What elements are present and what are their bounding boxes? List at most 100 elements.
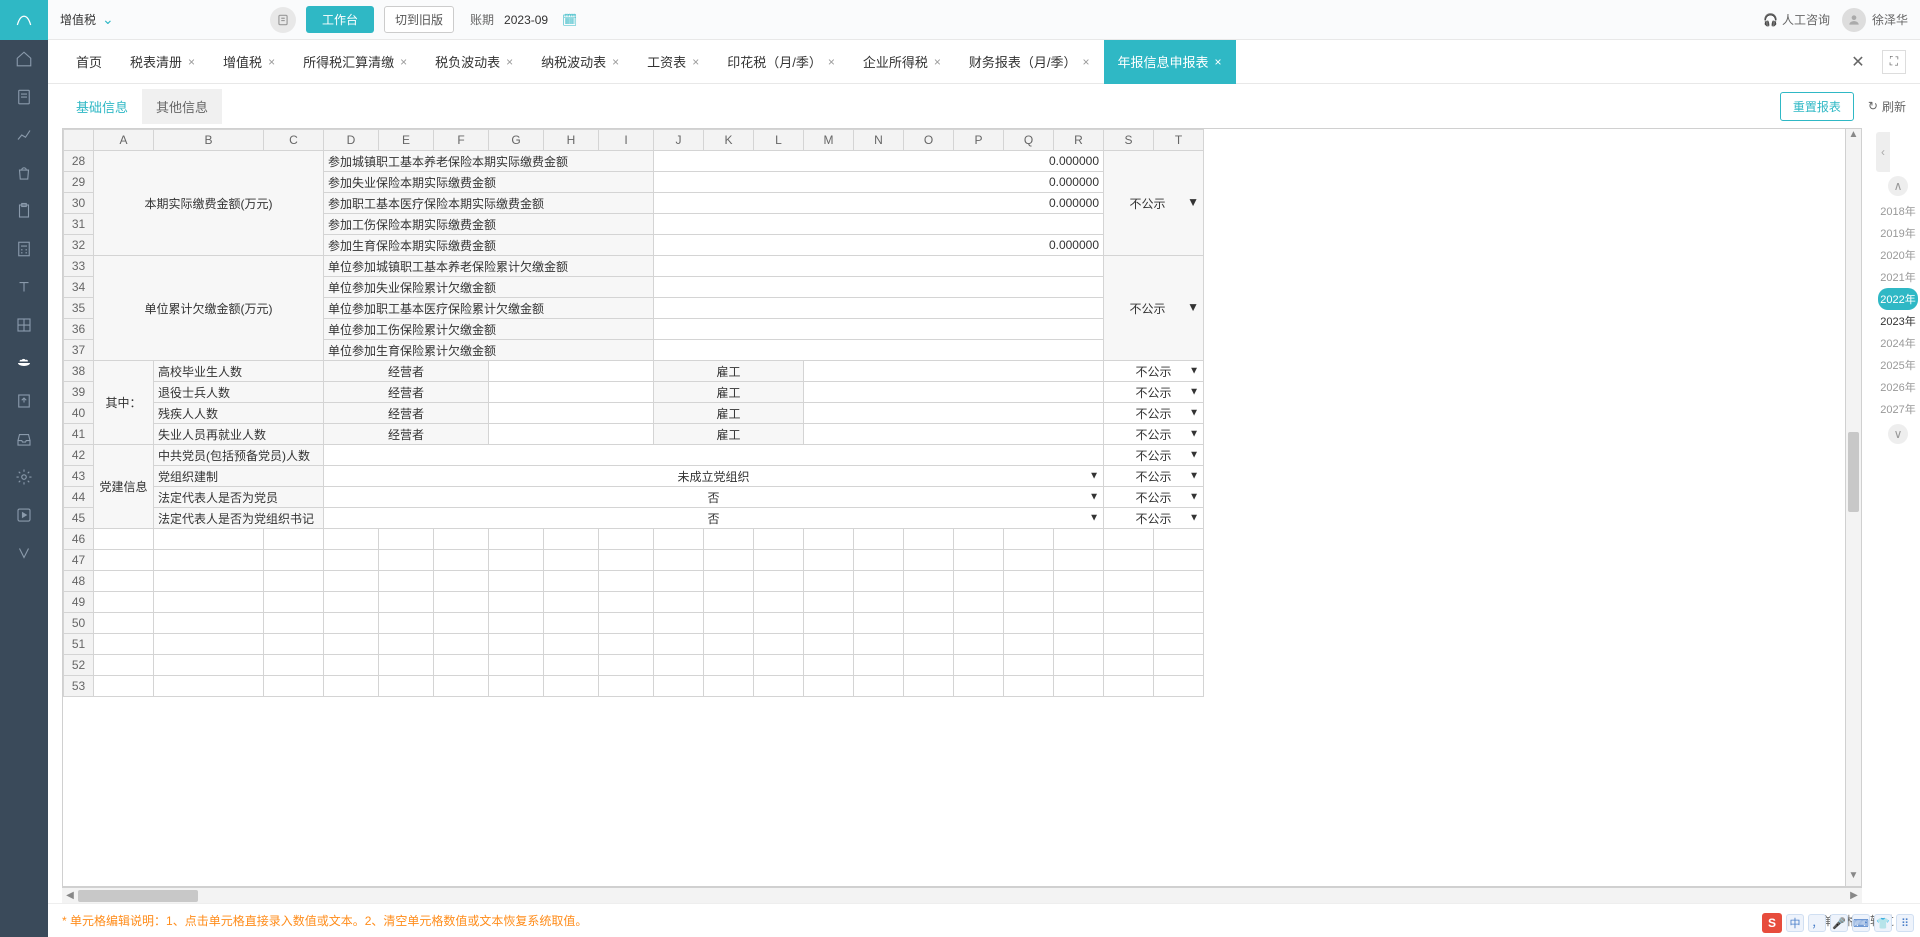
note-icon-button[interactable] <box>270 7 296 33</box>
cell[interactable] <box>379 676 434 697</box>
tab-6[interactable]: 工资表× <box>633 40 713 84</box>
cell[interactable] <box>94 571 154 592</box>
cell[interactable] <box>434 655 489 676</box>
cell[interactable] <box>489 655 544 676</box>
horizontal-scrollbar[interactable]: ◀ ▶ <box>62 887 1862 903</box>
cell[interactable] <box>379 592 434 613</box>
cell[interactable] <box>704 529 754 550</box>
cell[interactable] <box>904 676 954 697</box>
value-cell[interactable]: 0.000000 <box>654 151 1104 172</box>
cell[interactable] <box>489 676 544 697</box>
value-cell[interactable]: 0.000000 <box>654 172 1104 193</box>
nav-export-icon[interactable] <box>0 382 48 420</box>
cell[interactable] <box>804 592 854 613</box>
subtab-basic-info[interactable]: 基础信息 <box>62 89 142 124</box>
cell[interactable] <box>324 634 379 655</box>
cell[interactable] <box>954 550 1004 571</box>
value-cell[interactable] <box>804 403 1104 424</box>
cell[interactable] <box>954 655 1004 676</box>
ime-main-icon[interactable]: S <box>1762 913 1782 933</box>
cell[interactable] <box>154 634 264 655</box>
dropdown-cell[interactable]: 不公示▼ <box>1104 487 1204 508</box>
cell[interactable] <box>544 529 599 550</box>
cell[interactable] <box>434 571 489 592</box>
cell[interactable] <box>379 571 434 592</box>
cell[interactable] <box>94 676 154 697</box>
cell[interactable] <box>154 550 264 571</box>
cell[interactable] <box>264 550 324 571</box>
cell[interactable] <box>434 613 489 634</box>
value-cell[interactable] <box>489 424 654 445</box>
cell[interactable] <box>1054 529 1104 550</box>
dropdown-cell[interactable]: 不公示▼ <box>1104 361 1204 382</box>
cell[interactable] <box>654 634 704 655</box>
cell[interactable] <box>94 592 154 613</box>
close-all-tabs-button[interactable]: ✕ <box>1846 50 1870 74</box>
cell[interactable] <box>804 676 854 697</box>
cell[interactable] <box>1004 529 1054 550</box>
nav-v-icon[interactable] <box>0 534 48 572</box>
cell[interactable] <box>264 655 324 676</box>
cell[interactable] <box>904 592 954 613</box>
cell[interactable] <box>434 592 489 613</box>
col-header-E[interactable]: E <box>379 130 434 151</box>
cell[interactable] <box>324 613 379 634</box>
scroll-right-icon[interactable]: ▶ <box>1846 890 1862 901</box>
close-icon[interactable]: × <box>188 55 195 69</box>
cell[interactable] <box>1154 655 1204 676</box>
nav-bag-icon[interactable] <box>0 154 48 192</box>
cell[interactable] <box>599 550 654 571</box>
ime-button[interactable]: ， <box>1808 914 1826 932</box>
rail-collapse-handle[interactable]: ‹ <box>1876 132 1890 172</box>
cell[interactable] <box>94 634 154 655</box>
row-header[interactable]: 38 <box>64 361 94 382</box>
cell[interactable] <box>704 634 754 655</box>
cell[interactable] <box>854 676 904 697</box>
tab-0[interactable]: 首页 <box>62 40 116 84</box>
dropdown-cell[interactable]: 不公示▼ <box>1104 382 1204 403</box>
row-header[interactable]: 30 <box>64 193 94 214</box>
year-chip[interactable]: 2021年 <box>1878 266 1918 288</box>
cell[interactable] <box>754 655 804 676</box>
refresh-button[interactable]: ↻ 刷新 <box>1868 98 1906 115</box>
row-header[interactable]: 43 <box>64 466 94 487</box>
cell[interactable] <box>954 613 1004 634</box>
close-icon[interactable]: × <box>400 55 407 69</box>
row-header[interactable]: 41 <box>64 424 94 445</box>
close-icon[interactable]: × <box>1215 55 1222 69</box>
col-header-D[interactable]: D <box>324 130 379 151</box>
tab-7[interactable]: 印花税（月/季）× <box>713 40 849 84</box>
year-chip[interactable]: 2019年 <box>1878 222 1918 244</box>
row-header[interactable]: 51 <box>64 634 94 655</box>
cell[interactable] <box>324 571 379 592</box>
value-cell[interactable]: 0.000000 <box>654 193 1104 214</box>
cell[interactable] <box>1104 655 1154 676</box>
year-up-button[interactable]: ∧ <box>1888 176 1908 196</box>
nav-chart-icon[interactable] <box>0 116 48 154</box>
col-header-B[interactable]: B <box>154 130 264 151</box>
value-cell[interactable] <box>489 382 654 403</box>
scroll-left-icon[interactable]: ◀ <box>62 890 78 901</box>
cell[interactable] <box>1004 676 1054 697</box>
vscroll-thumb[interactable] <box>1848 432 1859 512</box>
row-header[interactable]: 52 <box>64 655 94 676</box>
tab-8[interactable]: 企业所得税× <box>849 40 955 84</box>
year-chip[interactable]: 2025年 <box>1878 354 1918 376</box>
row-header[interactable]: 37 <box>64 340 94 361</box>
cell[interactable] <box>804 634 854 655</box>
cell[interactable] <box>954 634 1004 655</box>
scroll-up-icon[interactable]: ▲ <box>1846 129 1861 145</box>
grid-corner[interactable] <box>64 130 94 151</box>
cell[interactable] <box>324 592 379 613</box>
cell[interactable] <box>954 529 1004 550</box>
scroll-down-icon[interactable]: ▼ <box>1846 870 1861 886</box>
cell[interactable] <box>379 550 434 571</box>
cell[interactable] <box>489 592 544 613</box>
hscroll-thumb[interactable] <box>78 890 198 902</box>
cell[interactable] <box>599 634 654 655</box>
cell[interactable] <box>854 550 904 571</box>
col-header-S[interactable]: S <box>1104 130 1154 151</box>
value-cell[interactable] <box>489 403 654 424</box>
cell[interactable] <box>1054 634 1104 655</box>
ime-button[interactable]: ⌨ <box>1852 914 1870 932</box>
